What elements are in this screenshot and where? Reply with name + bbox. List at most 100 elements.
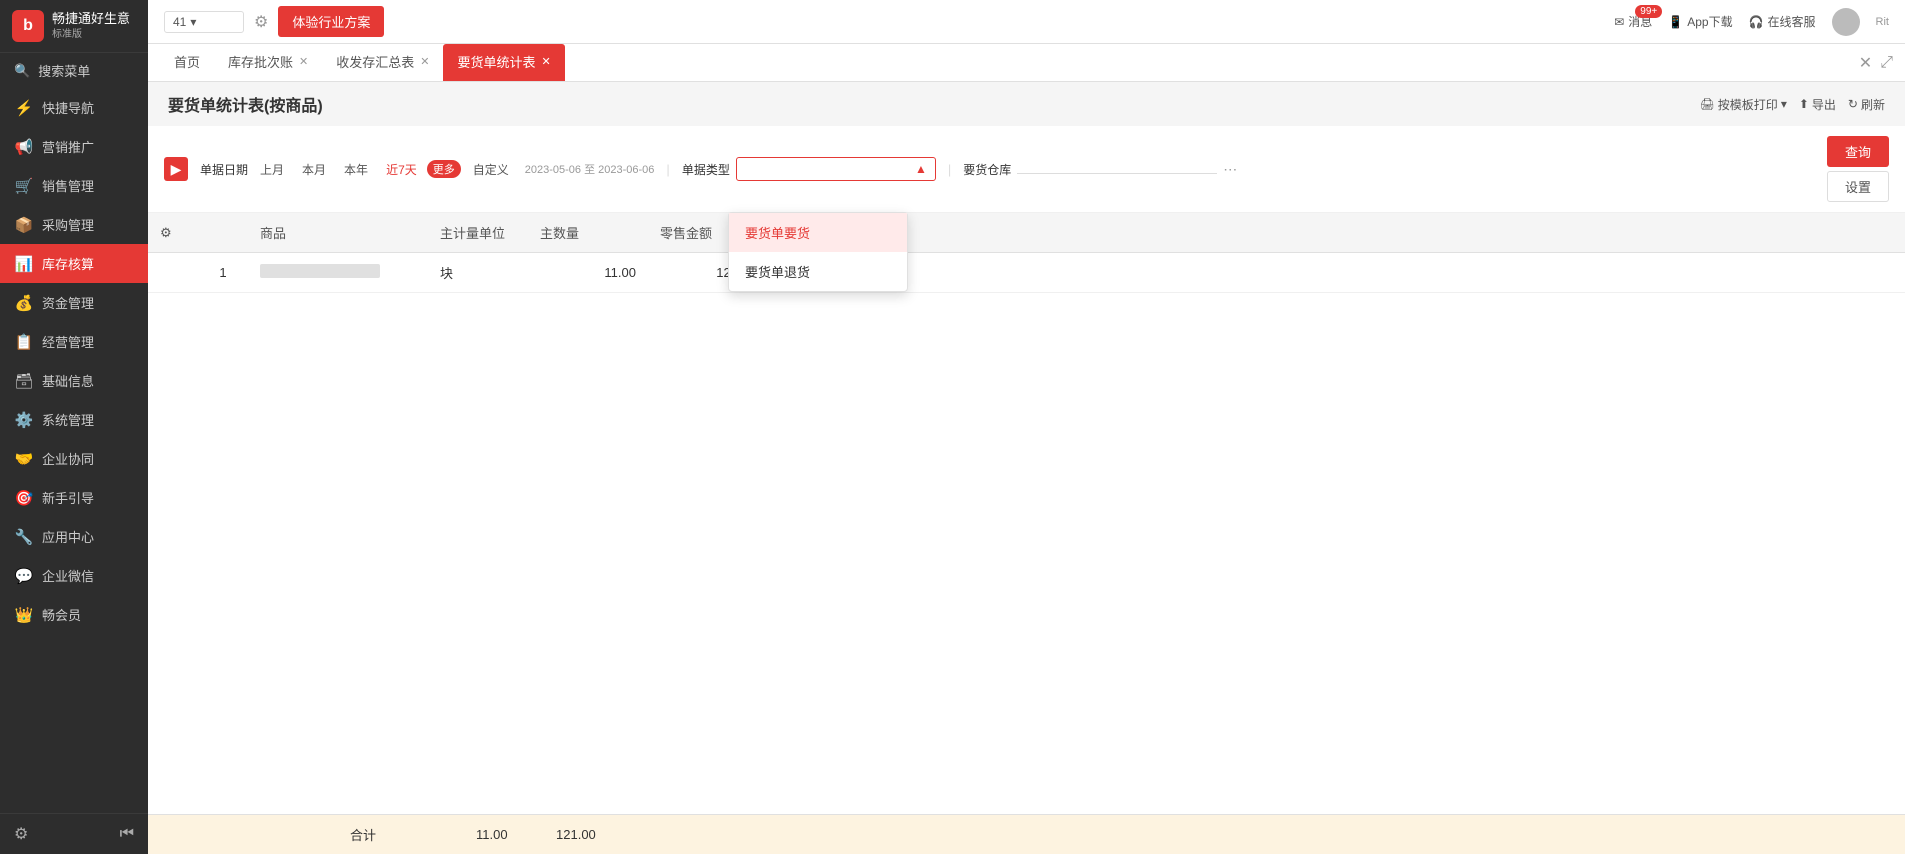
this-month-button[interactable]: 本月 xyxy=(296,159,332,180)
sidebar-item-quicknav[interactable]: ⚡ 快捷导航 xyxy=(0,88,148,127)
sidebar-item-purchase[interactable]: 📦 采购管理 xyxy=(0,205,148,244)
filter-divider: | xyxy=(666,162,669,177)
this-year-button[interactable]: 本年 xyxy=(338,159,374,180)
tab-receivable-summary-label: 收发存汇总表 xyxy=(336,52,414,71)
sidebar-item-label: 资金管理 xyxy=(42,293,94,312)
table-body: 1 块 11.00 121.00 xyxy=(148,253,1905,293)
date-filter-group: 单据日期 上月 本月 本年 近7天 更多 自定义 2023-05-06 至 20… xyxy=(200,159,654,180)
topbar-right: ✉ 消息 99+ 📱 App下载 🎧 在线客服 Rit xyxy=(1614,8,1889,36)
app-logo: b 畅捷通好生意 标准版 xyxy=(0,0,148,53)
page-header: 要货单统计表(按商品) 🖨 按模板打印 ▾ ⬆ 导出 ↻ 刷新 xyxy=(148,82,1905,126)
query-button[interactable]: 查询 xyxy=(1827,136,1889,167)
sidebar-bottom: ⚙ ⏮ xyxy=(0,813,148,854)
type-dropdown: 要货单要货 要货单退货 xyxy=(728,212,908,292)
tabs-maximize-button[interactable]: ⤢ xyxy=(1880,54,1893,72)
tabs-close-all-button[interactable]: ✕ xyxy=(1859,53,1872,73)
chevron-down-icon: ▾ xyxy=(190,15,196,29)
col-header-settings[interactable]: ⚙ xyxy=(148,213,198,253)
sidebar-item-finance[interactable]: 💰 资金管理 xyxy=(0,283,148,322)
refresh-button[interactable]: ↻ 刷新 xyxy=(1848,96,1885,113)
collapse-icon[interactable]: ⏮ xyxy=(120,825,134,843)
sidebar-item-wechat[interactable]: 💬 企业微信 xyxy=(0,556,148,595)
tab-order-stats[interactable]: 要货单统计表 ✕ xyxy=(443,44,564,81)
sidebar-item-label: 快捷导航 xyxy=(42,98,94,117)
tab-receivable-summary-close[interactable]: ✕ xyxy=(420,55,429,68)
warehouse-more-icon[interactable]: ⋯ xyxy=(1223,161,1237,178)
phone-icon: 📱 xyxy=(1668,15,1683,29)
table-footer: 合计 11.00 121.00 xyxy=(148,814,1905,854)
print-button[interactable]: 🖨 按模板打印 ▾ xyxy=(1700,96,1787,113)
guide-icon: 🎯 xyxy=(14,489,34,507)
inventory-icon: 📊 xyxy=(14,255,34,273)
sidebar-item-marketing[interactable]: 📢 营销推广 xyxy=(0,127,148,166)
seven-days-button[interactable]: 近7天 xyxy=(380,159,423,180)
col-header-qty: 主数量 xyxy=(528,213,648,253)
tab-inventory-batch-close[interactable]: ✕ xyxy=(299,55,308,68)
tabs-bar: 首页 库存批次账 ✕ 收发存汇总表 ✕ 要货单统计表 ✕ ✕ ⤢ xyxy=(148,44,1905,82)
type-filter-label: 单据类型 xyxy=(682,161,730,178)
logo-icon: b xyxy=(12,10,44,42)
messages-button[interactable]: ✉ 消息 99+ xyxy=(1614,13,1652,30)
expand-filter-button[interactable]: ▶ xyxy=(164,157,188,181)
topbar-search-select[interactable]: 41 ▾ xyxy=(164,11,244,33)
type-select[interactable]: ▲ xyxy=(736,157,936,181)
sidebar-item-operation[interactable]: 📋 经营管理 xyxy=(0,322,148,361)
sidebar-item-enterprise[interactable]: 🤝 企业协同 xyxy=(0,439,148,478)
print-icon: 🖨 xyxy=(1700,97,1715,111)
messages-badge: 99+ xyxy=(1635,5,1662,18)
sidebar-search-label: 搜索菜单 xyxy=(38,61,90,80)
print-label: 按模板打印 xyxy=(1718,96,1778,113)
table-settings-icon[interactable]: ⚙ xyxy=(160,225,172,240)
sidebar-item-search[interactable]: 🔍 搜索菜单 xyxy=(0,53,148,88)
col-header-unit: 主计量单位 xyxy=(428,213,528,253)
gear-icon[interactable]: ⚙ xyxy=(254,12,268,32)
sidebar-item-label: 库存核算 xyxy=(42,254,94,273)
refresh-icon: ↻ xyxy=(1848,97,1858,111)
system-icon: ⚙️ xyxy=(14,411,34,429)
trial-button[interactable]: 体验行业方案 xyxy=(278,6,384,37)
sidebar-item-basic[interactable]: 🗃 基础信息 xyxy=(0,361,148,400)
sidebar-item-sales[interactable]: 🛒 销售管理 xyxy=(0,166,148,205)
sidebar-item-label: 经营管理 xyxy=(42,332,94,351)
tab-order-stats-close[interactable]: ✕ xyxy=(542,55,551,68)
prev-month-button[interactable]: 上月 xyxy=(254,159,290,180)
custom-date-button[interactable]: 自定义 xyxy=(467,159,515,180)
tab-receivable-summary[interactable]: 收发存汇总表 ✕ xyxy=(322,44,443,81)
col-header-extra xyxy=(768,213,1905,253)
more-date-badge[interactable]: 更多 xyxy=(427,160,461,178)
refresh-label: 刷新 xyxy=(1861,96,1885,113)
topbar: 41 ▾ ⚙ 体验行业方案 ✉ 消息 99+ 📱 App下载 🎧 在线客服 Ri… xyxy=(148,0,1905,44)
enterprise-icon: 🤝 xyxy=(14,450,34,468)
sidebar-item-label: 畅会员 xyxy=(42,605,81,624)
export-button[interactable]: ⬆ 导出 xyxy=(1799,96,1836,113)
user-avatar[interactable] xyxy=(1832,8,1860,36)
sidebar-item-appstore[interactable]: 🔧 应用中心 xyxy=(0,517,148,556)
settings-icon[interactable]: ⚙ xyxy=(14,824,28,844)
filter-bar: ▶ 单据日期 上月 本月 本年 近7天 更多 自定义 2023-05-06 至 … xyxy=(148,126,1905,213)
date-filter-label: 单据日期 xyxy=(200,161,248,178)
dropdown-item-order[interactable]: 要货单要货 xyxy=(729,213,907,252)
app-download-button[interactable]: 📱 App下载 xyxy=(1668,13,1732,30)
purchase-icon: 📦 xyxy=(14,216,34,234)
set-button[interactable]: 设置 xyxy=(1827,171,1889,202)
tab-inventory-batch-label: 库存批次账 xyxy=(228,52,293,71)
sidebar-item-inventory[interactable]: 📊 库存核算 xyxy=(0,244,148,283)
print-chevron: ▾ xyxy=(1781,97,1787,111)
warehouse-select[interactable] xyxy=(1017,165,1217,174)
dropdown-item-return[interactable]: 要货单退货 xyxy=(729,252,907,291)
sidebar-item-label: 销售管理 xyxy=(42,176,94,195)
search-icon: 🔍 xyxy=(14,63,30,79)
tab-home[interactable]: 首页 xyxy=(160,44,214,81)
sidebar-item-guide[interactable]: 🎯 新手引导 xyxy=(0,478,148,517)
sidebar-item-label: 企业协同 xyxy=(42,449,94,468)
tab-inventory-batch[interactable]: 库存批次账 ✕ xyxy=(214,44,322,81)
warehouse-filter-group: 要货仓库 ⋯ xyxy=(963,161,1237,178)
warehouse-filter-label: 要货仓库 xyxy=(963,161,1011,178)
date-range-display: 2023-05-06 至 2023-06-06 xyxy=(525,161,655,177)
filter-divider2: | xyxy=(948,162,951,177)
sidebar-item-system[interactable]: ⚙️ 系统管理 xyxy=(0,400,148,439)
row-goods xyxy=(248,253,428,293)
row-settings xyxy=(148,253,198,293)
sidebar-item-member[interactable]: 👑 畅会员 xyxy=(0,595,148,634)
online-service-button[interactable]: 🎧 在线客服 xyxy=(1749,13,1816,30)
